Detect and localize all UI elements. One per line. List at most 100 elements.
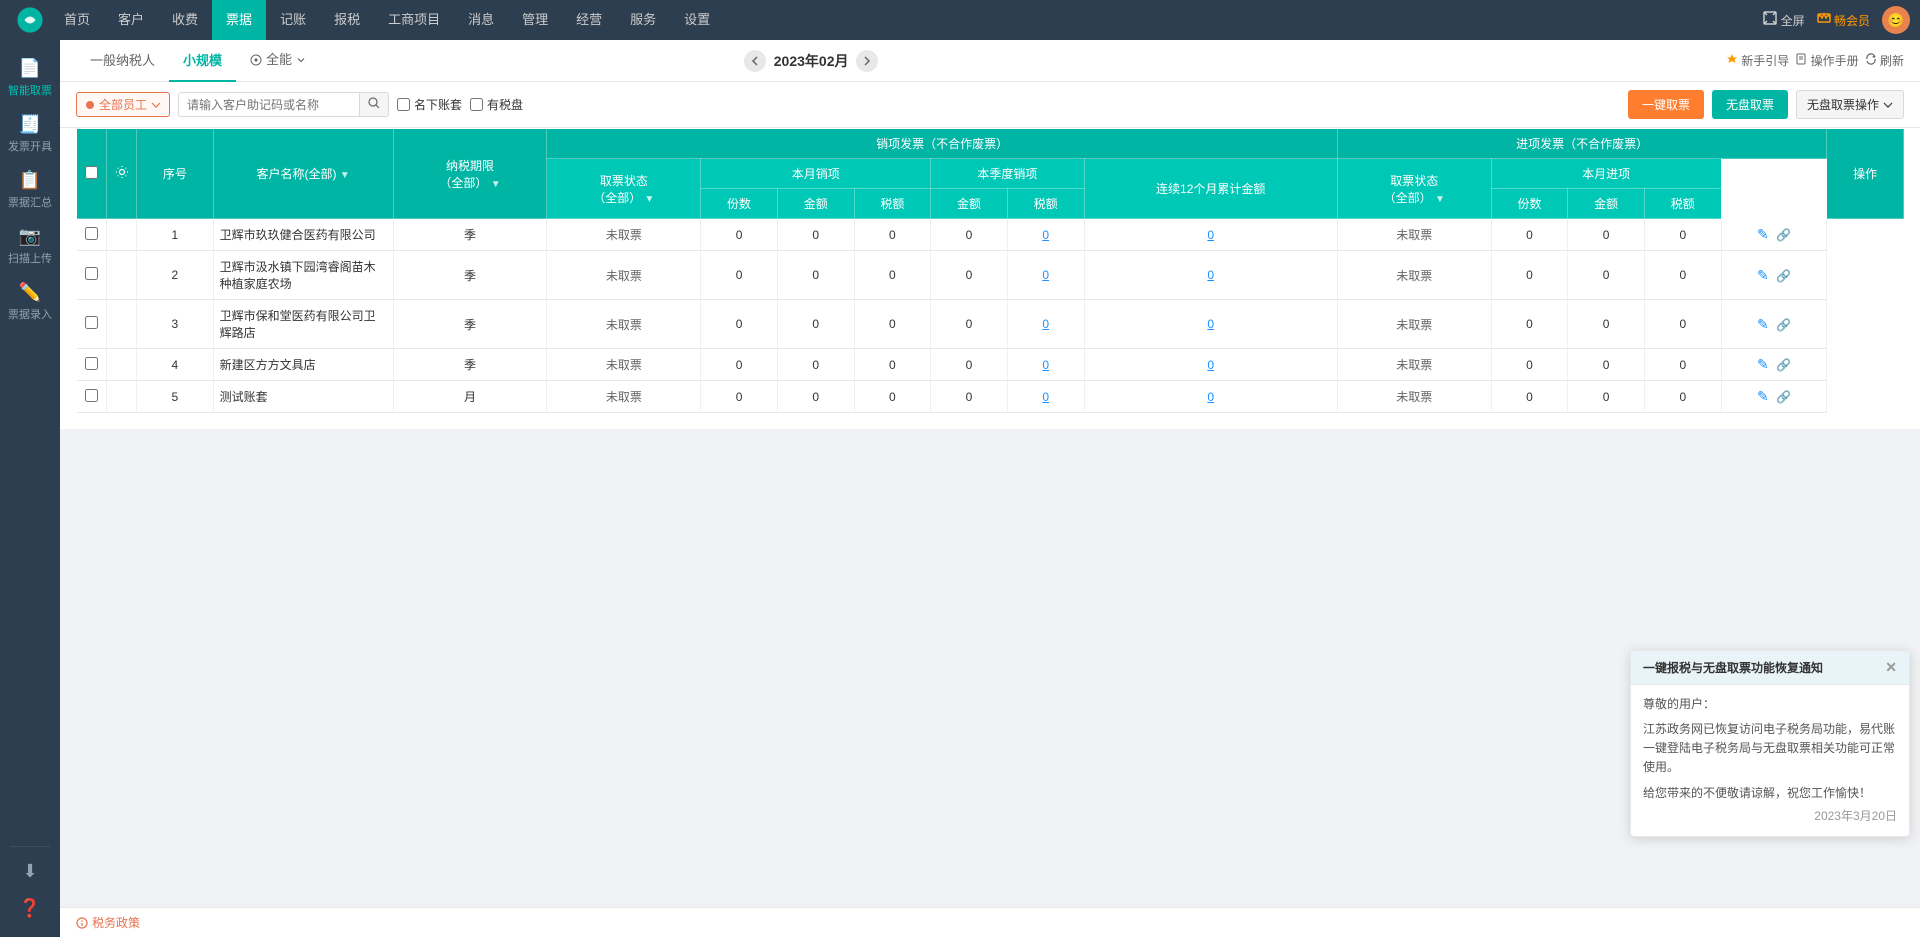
row-checkbox-2[interactable]: [85, 316, 98, 329]
select-all-checkbox[interactable]: [85, 166, 98, 179]
view-icon-row-4[interactable]: 🔗: [1776, 390, 1791, 404]
row-sales-month-shares: 0: [701, 251, 778, 300]
row-sales-month-amount: 0: [777, 349, 854, 381]
sidebar-download[interactable]: ⬇: [10, 853, 50, 890]
tab-general-taxpayer[interactable]: 一般纳税人: [76, 40, 169, 82]
row-purchase-month-shares: 0: [1491, 251, 1568, 300]
row-actions: ✎ 🔗: [1721, 381, 1827, 413]
view-icon-row-2[interactable]: 🔗: [1776, 318, 1791, 332]
row-sales-status: 未取票: [547, 300, 701, 349]
nav-billing[interactable]: 收费: [158, 0, 212, 40]
sidebar-item-summary[interactable]: 📋 票据汇总: [0, 162, 60, 218]
diskless-ticket-btn[interactable]: 无盘取票: [1712, 90, 1788, 119]
row-sales-quarter-tax: 0: [1007, 251, 1084, 300]
row-sales-month-amount: 0: [777, 219, 854, 251]
row-actions: ✎ 🔗: [1721, 300, 1827, 349]
nav-accounting[interactable]: 记账: [266, 0, 320, 40]
toolbar-right: 一键取票 无盘取票 无盘取票操作: [1628, 90, 1904, 119]
dropdown-arrow-icon: [151, 101, 161, 109]
view-icon-row-1[interactable]: 🔗: [1776, 269, 1791, 283]
nav-home[interactable]: 首页: [50, 0, 104, 40]
tab-omnipotent[interactable]: 全能: [236, 40, 320, 82]
diskless-operation-btn[interactable]: 无盘取票操作: [1796, 90, 1904, 119]
nav-right-area: 全屏 畅会员 😊: [1763, 6, 1910, 34]
tax-period-filter-icon[interactable]: ▼: [491, 179, 501, 190]
view-icon-row-0[interactable]: 🔗: [1776, 228, 1791, 242]
notification-header: 一键报税与无盘取票功能恢复通知 ✕: [1631, 651, 1909, 685]
row-purchase-month-shares: 0: [1491, 381, 1568, 413]
tax-policy-link[interactable]: 税务政策: [76, 914, 140, 931]
edit-icon-row-4[interactable]: ✎: [1757, 388, 1769, 404]
edit-icon-row-0[interactable]: ✎: [1757, 226, 1769, 242]
nav-management[interactable]: 管理: [508, 0, 562, 40]
invoice-table-wrap: 序号 客户名称(全部) ▼ 纳税期限（全部） ▼ 销项发票（不合作废票） 进项发…: [60, 128, 1920, 429]
sidebar-item-invoice[interactable]: 🧾 发票开具: [0, 106, 60, 162]
notification-close-btn[interactable]: ✕: [1885, 659, 1897, 676]
edit-icon-row-2[interactable]: ✎: [1757, 316, 1769, 332]
manual-btn[interactable]: 操作手册: [1795, 52, 1858, 69]
row-sales-quarter-tax: 0: [1007, 381, 1084, 413]
refresh-btn[interactable]: 刷新: [1865, 52, 1904, 69]
edit-icon-row-3[interactable]: ✎: [1757, 356, 1769, 372]
row-sales-status: 未取票: [547, 219, 701, 251]
tab-small-scale[interactable]: 小规模: [169, 40, 236, 82]
table-row: 4 新建区方方文具店 季 未取票 0 0 0 0 0 0 未取票 0 0 0 ✎…: [77, 349, 1904, 381]
th-year-cumulative: 连续12个月累计金额: [1084, 159, 1337, 219]
prev-month-button[interactable]: [744, 50, 766, 72]
row-sales-year-amount: 0: [1084, 300, 1337, 349]
row-checkbox-4[interactable]: [85, 389, 98, 402]
settings-cog-icon[interactable]: [115, 165, 129, 179]
row-checkbox-0[interactable]: [85, 227, 98, 240]
search-button[interactable]: [359, 93, 388, 116]
row-sales-month-shares: 0: [701, 349, 778, 381]
row-checkbox-3[interactable]: [85, 357, 98, 370]
row-customer-name: 卫辉市汲水镇下园湾睿阁苗木种植家庭农场: [213, 251, 393, 300]
nav-tax[interactable]: 报税: [320, 0, 374, 40]
view-icon-row-3[interactable]: 🔗: [1776, 358, 1791, 372]
new-guide-btn[interactable]: 新手引导: [1726, 52, 1789, 69]
row-settings-cell: [107, 251, 137, 300]
table-row: 3 卫辉市保和堂医药有限公司卫辉路店 季 未取票 0 0 0 0 0 0 未取票…: [77, 300, 1904, 349]
sidebar-item-scan[interactable]: 📷 扫描上传: [0, 218, 60, 274]
th-purchase-month-amount: 金额: [1568, 189, 1645, 219]
row-index: 5: [137, 381, 214, 413]
my-accounts-checkbox-label[interactable]: 名下账套: [397, 96, 462, 113]
row-purchase-status: 未取票: [1337, 219, 1491, 251]
sidebar-item-entry[interactable]: ✏️ 票据录入: [0, 274, 60, 330]
one-click-ticket-btn[interactable]: 一键取票: [1628, 90, 1704, 119]
customer-search-input[interactable]: [179, 94, 359, 116]
search-icon: [368, 97, 380, 109]
sidebar-help[interactable]: ❓: [10, 890, 50, 927]
user-avatar[interactable]: 😊: [1882, 6, 1910, 34]
th-month-purchase: 本月进项: [1491, 159, 1721, 189]
nav-customers[interactable]: 客户: [104, 0, 158, 40]
tax-disk-checkbox[interactable]: [470, 98, 483, 111]
row-purchase-month-shares: 0: [1491, 349, 1568, 381]
row-sales-quarter-tax: 0: [1007, 219, 1084, 251]
purchase-status-filter-icon[interactable]: ▼: [1435, 194, 1445, 205]
fullscreen-btn[interactable]: 全屏: [1763, 11, 1804, 29]
row-sales-quarter-tax: 0: [1007, 349, 1084, 381]
nav-business[interactable]: 工商项目: [374, 0, 454, 40]
customer-filter-icon[interactable]: ▼: [340, 170, 350, 181]
edit-icon-row-1[interactable]: ✎: [1757, 267, 1769, 283]
row-tax-period: 月: [393, 381, 547, 413]
notification-date: 2023年3月20日: [1643, 807, 1897, 826]
employee-filter[interactable]: 全部员工: [76, 92, 170, 117]
row-sales-quarter-tax: 0: [1007, 300, 1084, 349]
sidebar-item-smart-ticket[interactable]: 📄 智能取票: [0, 50, 60, 106]
tax-disk-checkbox-label[interactable]: 有税盘: [470, 96, 523, 113]
sales-status-filter-icon[interactable]: ▼: [645, 194, 655, 205]
nav-operations[interactable]: 经营: [562, 0, 616, 40]
my-accounts-checkbox[interactable]: [397, 98, 410, 111]
nav-invoice[interactable]: 票据: [212, 0, 266, 40]
row-checkbox-1[interactable]: [85, 267, 98, 280]
nav-settings[interactable]: 设置: [670, 0, 724, 40]
next-month-button[interactable]: [856, 50, 878, 72]
row-purchase-month-amount: 0: [1568, 251, 1645, 300]
nav-services[interactable]: 服务: [616, 0, 670, 40]
sidebar-label-1: 发票开具: [8, 138, 52, 154]
nav-messages[interactable]: 消息: [454, 0, 508, 40]
vip-button[interactable]: 畅会员: [1817, 11, 1870, 29]
row-actions: ✎ 🔗: [1721, 251, 1827, 300]
